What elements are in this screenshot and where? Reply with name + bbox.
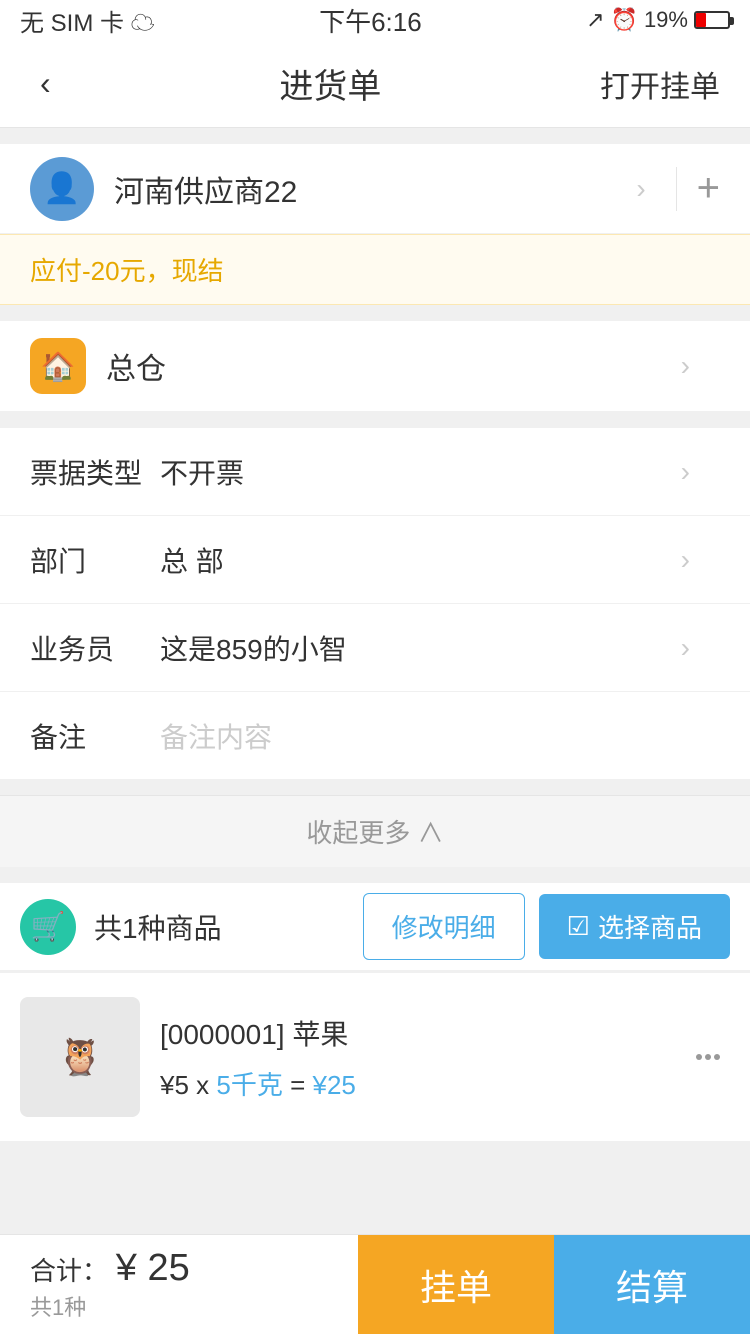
suspend-button[interactable]: 挂单 — [358, 1235, 554, 1334]
chevron-right-icon: › — [681, 632, 690, 664]
footer: 合计： ¥ 25 共1种 挂单 结算 — [0, 1234, 750, 1334]
staff-value: 这是859的小智 — [150, 628, 681, 668]
sim-status: 无 SIM 卡 ☁ — [20, 3, 155, 38]
note-row[interactable]: 备注 备注内容 — [0, 691, 750, 779]
total-line: 合计： ¥ 25 — [30, 1247, 328, 1290]
warehouse-name: 总仓 — [106, 344, 681, 388]
product-section: 🛒 共1种商品 修改明细 ☑ 选择商品 🦉 [0000001] 苹果 ¥5 — [0, 883, 750, 1141]
select-product-button[interactable]: ☑ 选择商品 — [539, 894, 730, 959]
page-title: 进货单 — [279, 59, 381, 108]
open-suspend-button[interactable]: 打开挂单 — [600, 62, 720, 106]
status-right: ↗ ⏰ 19% — [586, 7, 730, 33]
product-info: [0000001] 苹果 ¥5 x 5千克 = ¥25 — [160, 1013, 686, 1102]
equals-sign: = — [290, 1070, 312, 1100]
alarm-icon: ⏰ — [611, 7, 638, 33]
quantity: 5千克 — [216, 1070, 282, 1100]
multiply-sign: x — [196, 1070, 216, 1100]
product-title: 苹果 — [292, 1019, 348, 1050]
user-icon: 👤 — [43, 171, 80, 206]
avatar: 👤 — [30, 157, 94, 221]
select-icon: ☑ — [567, 911, 590, 942]
dept-row[interactable]: 部门 总 部 › — [0, 515, 750, 603]
form-card: 票据类型 不开票 › 部门 总 部 › 业务员 这是859的小智 › 备注 备注… — [0, 427, 750, 779]
cart-icon: 🛒 — [31, 910, 66, 943]
product-logo: 🦉 — [58, 1036, 103, 1078]
footer-total: 合计： ¥ 25 共1种 — [0, 1247, 358, 1322]
product-code: [0000001] — [160, 1019, 285, 1050]
chevron-right-icon: › — [636, 173, 645, 205]
supplier-card: 👤 河南供应商22 › + 应付-20元，现结 — [0, 144, 750, 305]
note-label: 备注 — [30, 716, 150, 756]
product-icon-wrap: 🛒 — [20, 899, 76, 955]
status-bar: 无 SIM 卡 ☁ 下午6:16 ↗ ⏰ 19% — [0, 0, 750, 40]
product-thumbnail: 🦉 — [20, 997, 140, 1117]
supplier-name: 河南供应商22 — [114, 167, 636, 211]
total-price: ¥25 — [313, 1070, 356, 1100]
chevron-right-icon: › — [681, 456, 690, 488]
product-header: 🛒 共1种商品 修改明细 ☑ 选择商品 — [0, 883, 750, 971]
ticket-value: 不开票 — [150, 452, 681, 492]
warehouse-icon: 🏠 — [41, 350, 76, 383]
status-left: 无 SIM 卡 ☁ — [20, 3, 155, 38]
status-time: 下午6:16 — [319, 2, 422, 39]
battery-text: 19% — [644, 7, 688, 33]
total-amount: ¥ 25 — [116, 1247, 190, 1289]
notice-text: 应付-20元，现结 — [30, 256, 224, 286]
collapse-text: 收起更多 ∧ — [306, 813, 443, 850]
back-button[interactable]: ‹ — [30, 55, 61, 112]
dot1 — [696, 1054, 702, 1060]
main-content: 👤 河南供应商22 › + 应付-20元，现结 🏠 总仓 › 票据类型 不开票 … — [0, 144, 750, 1251]
nav-bar: ‹ 进货单 打开挂单 — [0, 40, 750, 128]
supplier-row[interactable]: 👤 河南供应商22 › + — [0, 144, 750, 234]
checkout-button[interactable]: 结算 — [554, 1235, 750, 1334]
note-input[interactable]: 备注内容 — [150, 716, 720, 756]
location-icon: ↗ — [586, 7, 604, 33]
product-item: 🦉 [0000001] 苹果 ¥5 x 5千克 = ¥25 — [0, 973, 750, 1141]
collapse-row[interactable]: 收起更多 ∧ — [0, 795, 750, 867]
dept-value: 总 部 — [150, 540, 681, 580]
notice-row: 应付-20元，现结 — [0, 234, 750, 305]
warehouse-card[interactable]: 🏠 总仓 › — [0, 321, 750, 411]
product-name: [0000001] 苹果 — [160, 1013, 686, 1053]
chevron-right-icon: › — [681, 350, 690, 382]
select-label: 选择商品 — [598, 908, 702, 945]
product-count: 共1种商品 — [94, 907, 363, 947]
battery-icon — [694, 11, 730, 29]
edit-detail-button[interactable]: 修改明细 — [363, 893, 525, 960]
staff-row[interactable]: 业务员 这是859的小智 › — [0, 603, 750, 691]
unit-price: ¥5 — [160, 1070, 189, 1100]
total-count: 共1种 — [30, 1290, 328, 1322]
dot2 — [705, 1054, 711, 1060]
more-button[interactable] — [686, 1044, 730, 1070]
chevron-right-icon: › — [681, 544, 690, 576]
product-price: ¥5 x 5千克 = ¥25 — [160, 1065, 686, 1102]
warehouse-row[interactable]: 🏠 总仓 › — [0, 321, 750, 411]
divider — [676, 167, 677, 211]
warehouse-icon-wrap: 🏠 — [30, 338, 86, 394]
dept-label: 部门 — [30, 540, 150, 580]
dot3 — [714, 1054, 720, 1060]
add-button[interactable]: + — [697, 166, 720, 211]
ticket-row[interactable]: 票据类型 不开票 › — [0, 427, 750, 515]
staff-label: 业务员 — [30, 628, 150, 668]
total-label: 合计： — [30, 1256, 108, 1286]
ticket-label: 票据类型 — [30, 452, 150, 492]
